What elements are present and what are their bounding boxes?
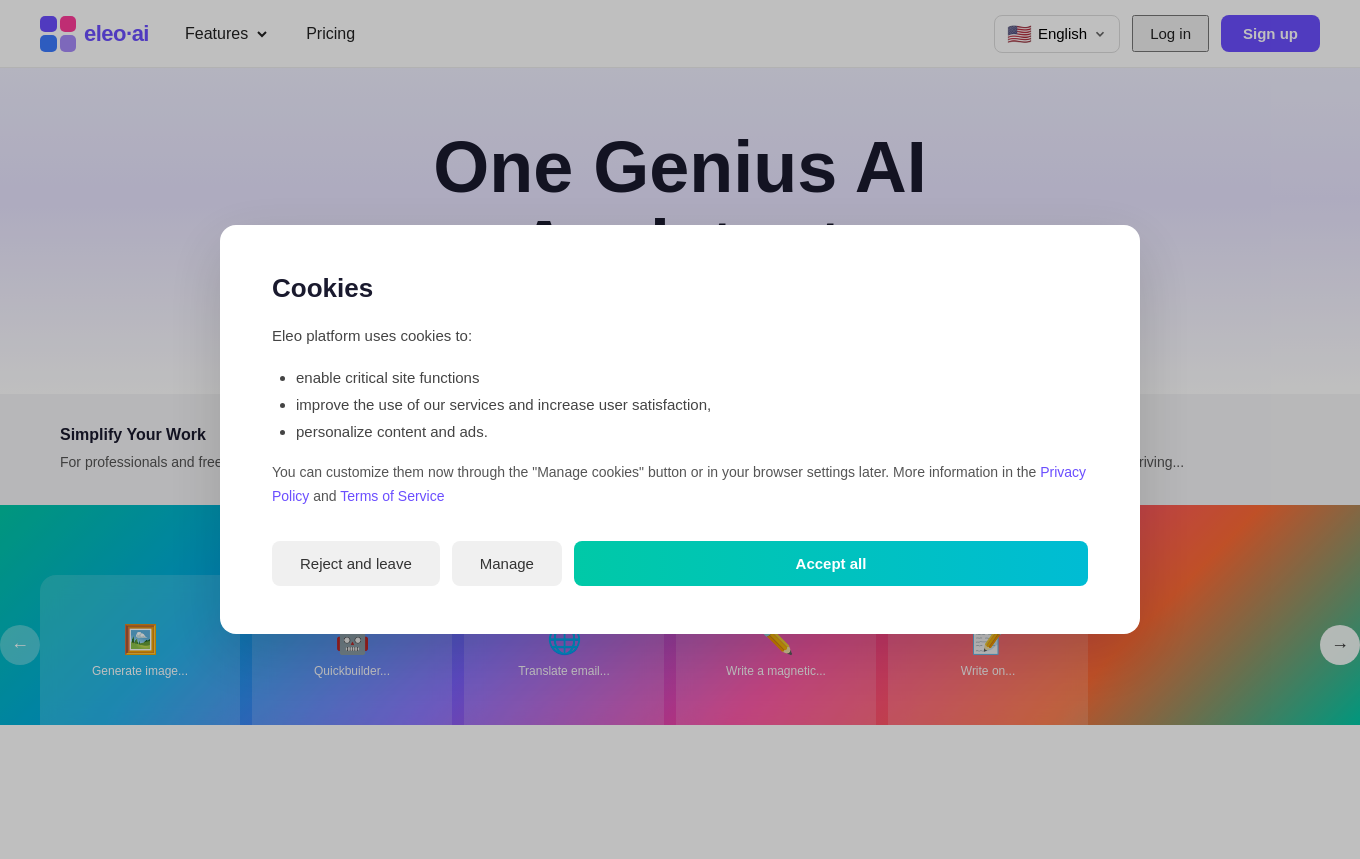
manage-button[interactable]: Manage bbox=[452, 541, 562, 586]
cookie-and: and bbox=[313, 488, 340, 504]
cookie-list: enable critical site functions improve t… bbox=[272, 364, 1088, 445]
cookie-info-text: You can customize them now through the "… bbox=[272, 464, 1040, 480]
cookie-item-2: improve the use of our services and incr… bbox=[296, 391, 1088, 418]
accept-all-button[interactable]: Accept all bbox=[574, 541, 1088, 586]
reject-button[interactable]: Reject and leave bbox=[272, 541, 440, 586]
cookie-actions: Reject and leave Manage Accept all bbox=[272, 541, 1088, 586]
cookie-item-1: enable critical site functions bbox=[296, 364, 1088, 391]
cookie-title: Cookies bbox=[272, 273, 1088, 304]
cookie-modal: Cookies Eleo platform uses cookies to: e… bbox=[220, 225, 1140, 634]
cookie-description: Eleo platform uses cookies to: bbox=[272, 324, 1088, 348]
cookie-overlay: Cookies Eleo platform uses cookies to: e… bbox=[0, 0, 1360, 859]
cookie-item-3: personalize content and ads. bbox=[296, 418, 1088, 445]
cookie-info: You can customize them now through the "… bbox=[272, 461, 1088, 509]
terms-of-service-link[interactable]: Terms of Service bbox=[340, 488, 444, 504]
